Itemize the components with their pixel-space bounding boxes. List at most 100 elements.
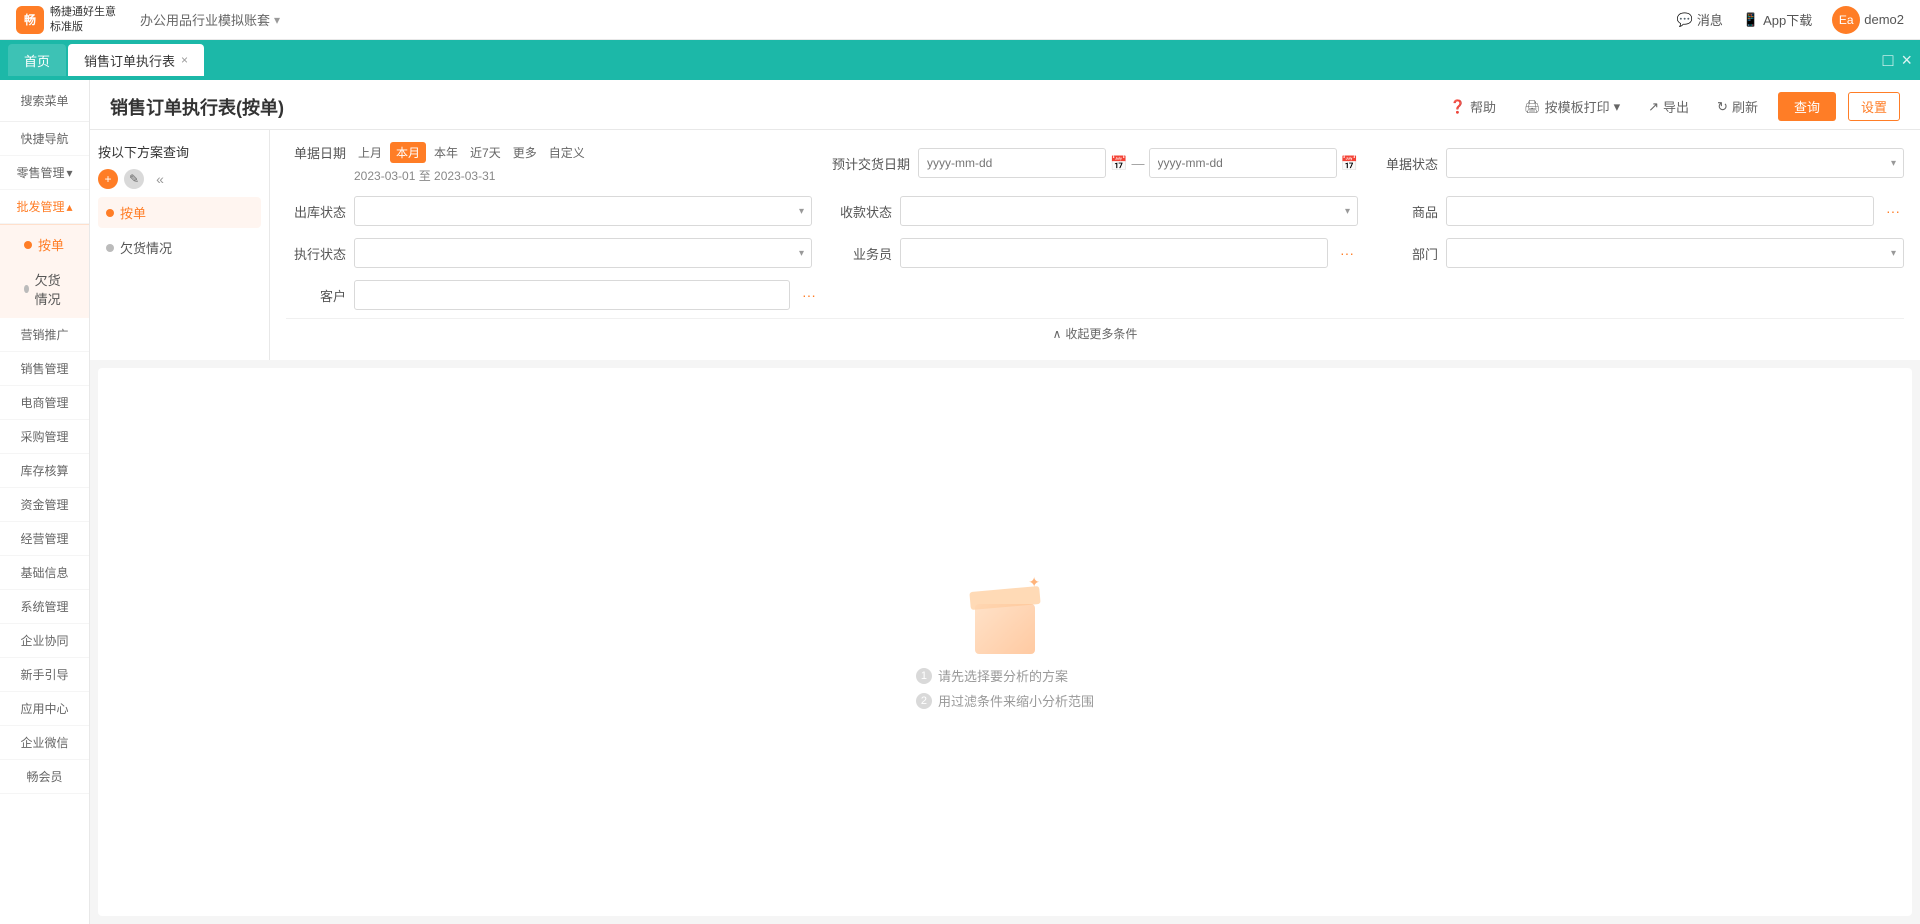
- breadcrumb-text: 办公用品行业模拟账套: [140, 10, 270, 29]
- sidebar-item-basic-info[interactable]: 基础信息: [0, 556, 89, 590]
- dept-label: 部门: [1378, 244, 1438, 263]
- shortcut-custom[interactable]: 自定义: [545, 142, 589, 163]
- calendar-icon[interactable]: 📅: [1110, 155, 1127, 172]
- goods-input[interactable]: [1446, 196, 1874, 226]
- receipt-label: 收款状态: [832, 202, 892, 221]
- scheme-item-order[interactable]: 按单: [98, 197, 261, 228]
- empty-text: 1 请先选择要分析的方案 2 用过滤条件来缩小分析范围: [916, 666, 1094, 710]
- tab-restore-icon[interactable]: □: [1883, 50, 1894, 71]
- collapse-filters-button[interactable]: ∧ 收起更多条件: [286, 318, 1904, 348]
- logo-area: 畅 畅捷通好生意 标准版: [16, 5, 116, 34]
- sidebar-item-guide[interactable]: 新手引导: [0, 658, 89, 692]
- top-bar-right: 💬 消息 📱 App下载 Ea demo2: [1677, 6, 1904, 34]
- filter-row-3: 执行状态 ▾ 业务员 ···: [286, 238, 1904, 268]
- exec-select[interactable]: [354, 238, 812, 268]
- empty-box: [975, 604, 1035, 654]
- filter-item-exec: 执行状态 ▾: [286, 238, 812, 268]
- shortcut-last-month[interactable]: 上月: [354, 142, 386, 163]
- sidebar-sub-section: 按单 欠货情况: [0, 224, 89, 318]
- shortcut-this-year[interactable]: 本年: [430, 142, 462, 163]
- sidebar-item-wholesale[interactable]: 批发管理 ▴: [0, 190, 89, 224]
- sidebar-sub-item-shortage[interactable]: 欠货情况: [8, 264, 81, 314]
- out-stock-select[interactable]: [354, 196, 812, 226]
- sidebar-item-marketing[interactable]: 营销推广: [0, 318, 89, 352]
- sidebar-item-collab[interactable]: 企业协同: [0, 624, 89, 658]
- tab-close-icon[interactable]: ×: [181, 53, 188, 67]
- empty-text-item-2: 2 用过滤条件来缩小分析范围: [916, 691, 1094, 710]
- expected-date-label: 预计交货日期: [832, 154, 910, 173]
- sidebar-item-system[interactable]: 系统管理: [0, 590, 89, 624]
- shortcut-this-month[interactable]: 本月: [390, 142, 426, 163]
- out-stock-select-wrapper: ▾: [354, 196, 812, 226]
- page-header: 销售订单执行表(按单) ❓ 帮助 🖨 按模板打印 ▾ ↗ 导出 ↻ 刷新: [90, 80, 1920, 130]
- export-button[interactable]: ↗ 导出: [1640, 93, 1697, 120]
- edit-scheme-button[interactable]: ✎: [124, 169, 144, 189]
- query-button[interactable]: 查询: [1778, 92, 1836, 121]
- top-bar: 畅 畅捷通好生意 标准版 办公用品行业模拟账套 ▾ 💬 消息 📱 App下载 E…: [0, 0, 1920, 40]
- scheme-item-shortage[interactable]: 欠货情况: [98, 232, 261, 263]
- expected-date-range: 📅 — 📅: [918, 148, 1358, 178]
- expected-date-to[interactable]: [1149, 148, 1337, 178]
- dept-select-wrapper: ▾: [1446, 238, 1904, 268]
- status-select[interactable]: [1446, 148, 1904, 178]
- filter-row-2: 出库状态 ▾ 收款状态 ▾: [286, 196, 1904, 226]
- message-button[interactable]: 💬 消息: [1677, 10, 1723, 29]
- sidebar-item-business[interactable]: 经营管理: [0, 522, 89, 556]
- scheme-dot-icon: [106, 209, 114, 217]
- receipt-select[interactable]: [900, 196, 1358, 226]
- empty-illustration: ✦: [965, 574, 1045, 654]
- sidebar-item-finance[interactable]: 资金管理: [0, 488, 89, 522]
- sidebar-item-sales[interactable]: 销售管理: [0, 352, 89, 386]
- expected-date-from[interactable]: [918, 148, 1106, 178]
- shortcut-more[interactable]: 更多: [509, 142, 541, 163]
- breadcrumb-arrow-icon[interactable]: ▾: [274, 13, 280, 27]
- filter-left-icons: + ✎ «: [98, 169, 261, 189]
- shortcut-7days[interactable]: 近7天: [466, 142, 505, 163]
- add-scheme-button[interactable]: +: [98, 169, 118, 189]
- app-download-button[interactable]: 📱 App下载: [1743, 10, 1812, 29]
- sidebar-item-quick-nav[interactable]: 快捷导航: [0, 122, 89, 156]
- content-area: 销售订单执行表(按单) ❓ 帮助 🖨 按模板打印 ▾ ↗ 导出 ↻ 刷新: [90, 80, 1920, 924]
- refresh-button[interactable]: ↻ 刷新: [1709, 93, 1766, 120]
- customer-input[interactable]: [354, 280, 790, 310]
- sidebar-item-wechat[interactable]: 企业微信: [0, 726, 89, 760]
- logo-icon: 畅: [16, 6, 44, 34]
- help-button[interactable]: ❓ 帮助: [1442, 93, 1504, 120]
- dot-icon: [24, 241, 32, 249]
- empty-star-icon: ✦: [1028, 574, 1040, 591]
- filter-item-date: 单据日期 上月 本月 本年 近7天 更多 自定义: [286, 142, 812, 184]
- customer-dots-button[interactable]: ···: [798, 287, 820, 303]
- tab-expand-area: □ ×: [1883, 50, 1912, 71]
- goods-dots-button[interactable]: ···: [1882, 203, 1904, 219]
- help-icon: ❓: [1450, 99, 1466, 115]
- print-button[interactable]: 🖨 按模板打印 ▾: [1516, 93, 1628, 120]
- receipt-select-wrapper: ▾: [900, 196, 1358, 226]
- tab-home[interactable]: 首页: [8, 44, 66, 76]
- sidebar-item-retail[interactable]: 零售管理 ▾: [0, 156, 89, 190]
- sidebar-sub-item-order[interactable]: 按单: [8, 229, 81, 260]
- salesperson-input[interactable]: [900, 238, 1328, 268]
- user-avatar-button[interactable]: Ea demo2: [1832, 6, 1904, 34]
- chevron-down-icon: ▾: [66, 166, 72, 180]
- filter-item-receipt: 收款状态 ▾: [832, 196, 1358, 226]
- salesperson-dots-button[interactable]: ···: [1336, 245, 1358, 261]
- settings-button[interactable]: 设置: [1848, 92, 1900, 121]
- collapse-left-button[interactable]: «: [150, 169, 170, 189]
- refresh-icon: ↻: [1717, 99, 1728, 115]
- filter-right: 单据日期 上月 本月 本年 近7天 更多 自定义: [270, 130, 1920, 360]
- sidebar-item-app-center[interactable]: 应用中心: [0, 692, 89, 726]
- tab-close-all-icon[interactable]: ×: [1901, 50, 1912, 71]
- sidebar-item-inventory[interactable]: 库存核算: [0, 454, 89, 488]
- filter-row-4: 客户 ···: [286, 280, 820, 310]
- dept-select[interactable]: [1446, 238, 1904, 268]
- step-num-1: 1: [916, 668, 932, 684]
- sidebar-item-purchase[interactable]: 采购管理: [0, 420, 89, 454]
- dot-icon: [24, 285, 29, 293]
- status-label: 单据状态: [1378, 154, 1438, 173]
- sidebar-search-label[interactable]: 搜索菜单: [8, 88, 81, 113]
- calendar-icon-2[interactable]: 📅: [1341, 155, 1358, 172]
- sidebar-item-ecommerce[interactable]: 电商管理: [0, 386, 89, 420]
- tab-sales-order[interactable]: 销售订单执行表 ×: [68, 44, 204, 76]
- sidebar-item-member[interactable]: 畅会员: [0, 760, 89, 794]
- goods-label: 商品: [1378, 202, 1438, 221]
